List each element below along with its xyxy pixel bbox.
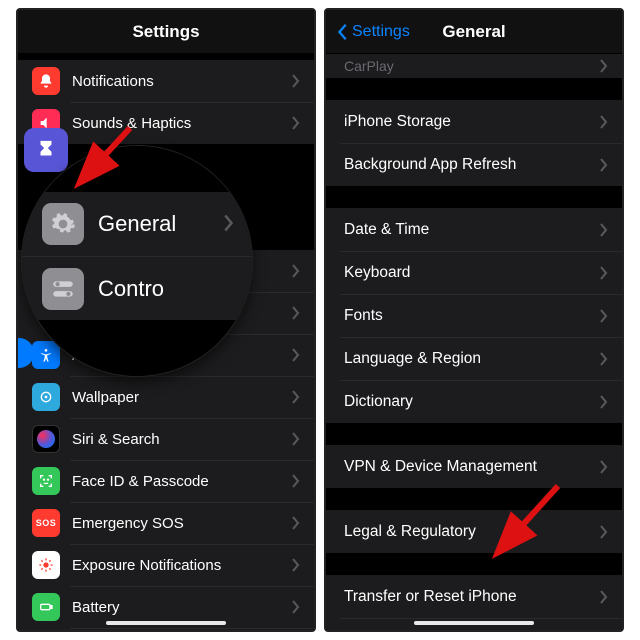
chevron-right-icon — [224, 214, 234, 235]
row-label: Notifications — [72, 73, 292, 90]
phone-right: Settings General CarPlay iPhone Storage … — [324, 8, 624, 632]
faceid-icon — [32, 467, 60, 495]
chevron-right-icon — [600, 266, 608, 280]
toggles-icon — [42, 268, 84, 310]
chevron-right-icon — [600, 590, 608, 604]
row-label: CarPlay — [344, 58, 600, 74]
zoom-label-control: Contro — [98, 276, 164, 302]
wallpaper-icon — [32, 383, 60, 411]
sos-icon: SOS — [32, 509, 60, 537]
chevron-right-icon — [600, 223, 608, 237]
page-title: General — [442, 22, 505, 42]
gear-icon — [42, 203, 84, 245]
annotation-arrow — [488, 478, 578, 571]
row-dictionary[interactable]: Dictionary — [326, 380, 622, 423]
row-notifications[interactable]: Notifications — [18, 60, 314, 102]
row-label: iPhone Storage — [344, 113, 600, 131]
chevron-right-icon — [292, 116, 300, 130]
row-label: Background App Refresh — [344, 156, 600, 174]
back-button[interactable]: Settings — [336, 10, 410, 53]
home-indicator[interactable] — [414, 621, 534, 625]
row-lang[interactable]: Language & Region — [326, 337, 622, 380]
row-exposure[interactable]: Exposure Notifications — [18, 544, 314, 586]
chevron-right-icon — [292, 348, 300, 362]
chevron-right-icon — [600, 352, 608, 366]
bell-icon — [32, 67, 60, 95]
chevron-right-icon — [292, 390, 300, 404]
home-indicator[interactable] — [106, 621, 226, 625]
battery-icon — [32, 593, 60, 621]
chevron-right-icon — [292, 74, 300, 88]
chevron-right-icon — [600, 309, 608, 323]
row-label: Battery — [72, 599, 292, 616]
row-carplay[interactable]: CarPlay — [326, 54, 622, 78]
hourglass-icon — [24, 128, 68, 172]
chevron-right-icon — [600, 395, 608, 409]
row-fonts[interactable]: Fonts — [326, 294, 622, 337]
row-bgrefresh[interactable]: Background App Refresh — [326, 143, 622, 186]
chevron-right-icon — [600, 158, 608, 172]
row-label: Transfer or Reset iPhone — [344, 588, 600, 606]
zoom-row-control[interactable]: Contro — [22, 256, 252, 320]
row-privacy[interactable]: Privacy & Security — [18, 628, 314, 630]
row-label: Siri & Search — [72, 431, 292, 448]
row-label: Exposure Notifications — [72, 557, 292, 574]
chevron-right-icon — [292, 558, 300, 572]
chevron-right-icon — [292, 432, 300, 446]
row-sos[interactable]: SOS Emergency SOS — [18, 502, 314, 544]
exposure-icon — [32, 551, 60, 579]
row-label: VPN & Device Management — [344, 458, 600, 476]
row-siri[interactable]: Siri & Search — [18, 418, 314, 460]
chevron-right-icon — [292, 474, 300, 488]
nav-bar: Settings — [18, 10, 314, 54]
chevron-right-icon — [600, 525, 608, 539]
chevron-right-icon — [600, 460, 608, 474]
row-label: Face ID & Passcode — [72, 473, 292, 490]
chevron-right-icon — [600, 59, 608, 73]
row-label: Date & Time — [344, 221, 600, 239]
row-transfer[interactable]: Transfer or Reset iPhone — [326, 575, 622, 618]
screenshot-pair: Settings Notifications Sounds & Haptics — [10, 2, 630, 638]
row-keyboard[interactable]: Keyboard — [326, 251, 622, 294]
nav-bar: Settings General — [326, 10, 622, 54]
row-label: Language & Region — [344, 350, 600, 368]
row-faceid[interactable]: Face ID & Passcode — [18, 460, 314, 502]
row-storage[interactable]: iPhone Storage — [326, 100, 622, 143]
phone-left: Settings Notifications Sounds & Haptics — [16, 8, 316, 632]
row-label: Keyboard — [344, 264, 600, 282]
row-label: Fonts — [344, 307, 600, 325]
row-wallpaper[interactable]: Wallpaper — [18, 376, 314, 418]
row-label: Wallpaper — [72, 389, 292, 406]
chevron-right-icon — [292, 306, 300, 320]
accessibility-icon — [32, 341, 60, 369]
siri-icon — [32, 425, 60, 453]
row-datetime[interactable]: Date & Time — [326, 208, 622, 251]
annotation-arrow — [70, 120, 150, 203]
chevron-right-icon — [292, 264, 300, 278]
page-title: Settings — [132, 22, 199, 42]
row-label: Dictionary — [344, 393, 600, 411]
zoom-label-general: General — [98, 211, 176, 237]
chevron-right-icon — [292, 600, 300, 614]
chevron-right-icon — [292, 516, 300, 530]
back-label: Settings — [352, 23, 410, 41]
row-label: Emergency SOS — [72, 515, 292, 532]
chevron-right-icon — [600, 115, 608, 129]
